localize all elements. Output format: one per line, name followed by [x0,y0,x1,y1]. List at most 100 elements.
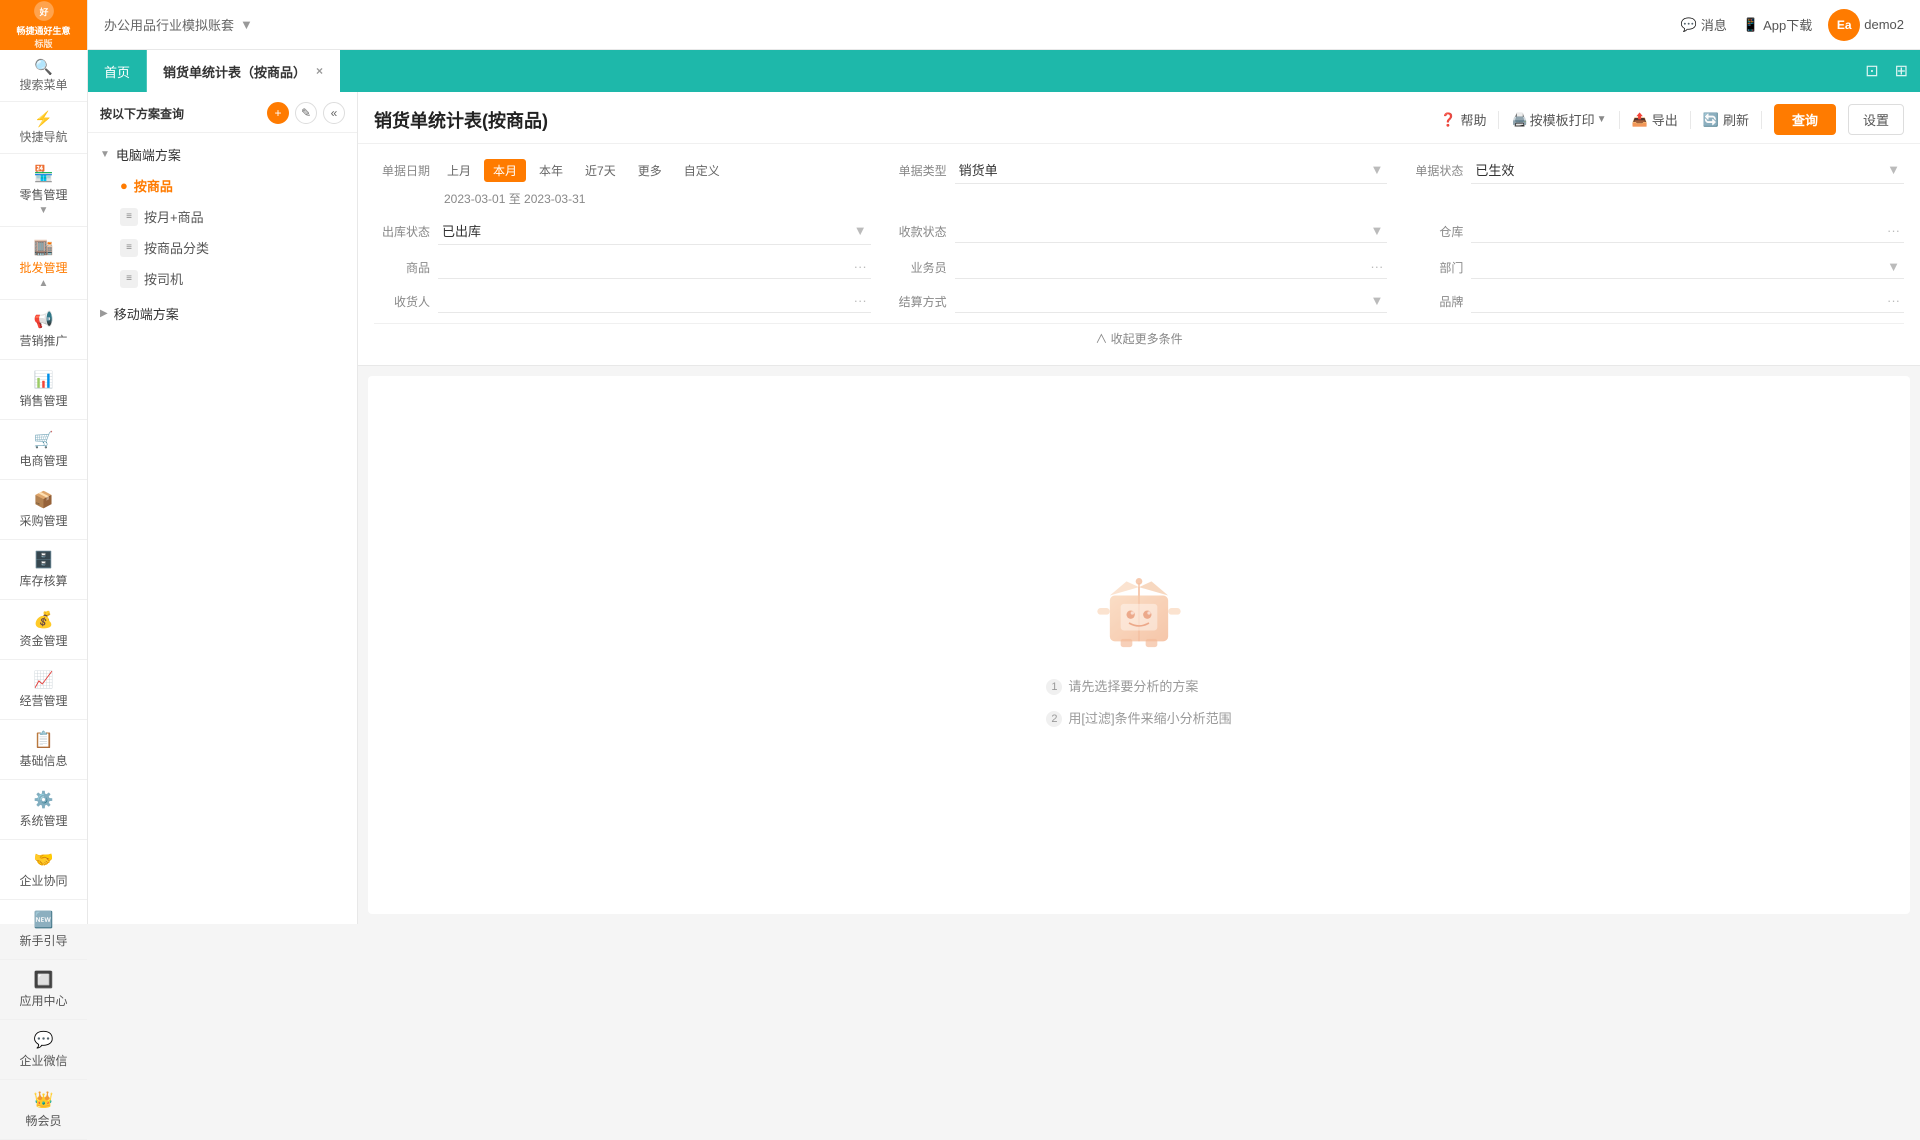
sidebar-item-guide[interactable]: 🆕 新手引导 [0,900,87,960]
mobile-scheme-group[interactable]: ▶ 移动端方案 [88,298,357,329]
ops-icon: 📈 [34,670,54,690]
collapse-filter-button[interactable]: ∧ 收起更多条件 [374,323,1904,353]
sidebar-quick-nav[interactable]: ⚡ 快捷导航 [0,102,87,154]
payment-status-input[interactable]: ▼ [955,219,1388,243]
settlement-input[interactable]: ▼ [955,289,1388,313]
custom-btn[interactable]: 自定义 [675,159,729,182]
collapse-icon: « [331,106,338,120]
this-month-btn[interactable]: 本月 [484,159,526,182]
scheme-by-month-goods-label: 按月+商品 [144,207,204,226]
goods-input[interactable]: ··· [438,255,871,279]
tab-sales-stats[interactable]: 销货单统计表（按商品） × [147,50,340,92]
purchase-label: 采购管理 [19,512,67,529]
message-button[interactable]: 💬 消息 [1681,15,1727,34]
warehouse-input[interactable]: ··· [1471,219,1904,243]
scheme-by-cashier[interactable]: ≡ 按司机 [88,263,357,294]
salesman-dots: ··· [1370,259,1383,274]
last7days-btn[interactable]: 近7天 [576,159,625,182]
export-button[interactable]: 📤 导出 [1632,110,1678,129]
help-icon: ❓ [1440,112,1456,128]
brand-filter: 品牌 ··· [1407,289,1904,313]
right-panel: 销货单统计表(按商品) ❓ 帮助 🖨️ 按模板打印 ▼ 📤 [358,92,1920,924]
sidebar-item-basic[interactable]: 📋 基础信息 [0,720,87,780]
settings-button[interactable]: 设置 [1848,104,1904,135]
pc-scheme-group[interactable]: ▼ 电脑端方案 [88,139,357,170]
sidebar-search[interactable]: 🔍 搜索菜单 [0,50,87,102]
scheme-by-goods[interactable]: ● 按商品 [88,170,357,201]
user-profile[interactable]: Ea demo2 [1828,9,1904,41]
filter-row-4: 收货人 ··· 结算方式 ▼ 品牌 [374,289,1904,313]
goods-label: 商品 [374,259,430,276]
user-name: demo2 [1864,17,1904,32]
more-btn[interactable]: 更多 [629,159,671,182]
help-button[interactable]: ❓ 帮助 [1440,110,1486,129]
message-label: 消息 [1701,15,1727,34]
ecommerce-icon: 🛒 [34,430,54,450]
doc-status-label: 单据状态 [1407,162,1463,179]
doc-type-input[interactable]: 销货单 ▼ [955,156,1388,184]
salesman-label: 业务员 [891,259,947,276]
collapse-panel-button[interactable]: « [323,102,345,124]
sidebar-item-marketing[interactable]: 📢 营销推广 [0,300,87,360]
receiver-label: 收货人 [374,293,430,310]
last-month-btn[interactable]: 上月 [438,159,480,182]
scheme-by-month-goods[interactable]: ≡ 按月+商品 [88,201,357,232]
app-download-button[interactable]: 📱 App下载 [1743,15,1812,34]
print-button[interactable]: 🖨️ 按模板打印 ▼ [1511,110,1606,129]
goods-filter: 商品 ··· [374,255,871,279]
filter-row-3: 商品 ··· 业务员 ··· 部门 [374,255,1904,279]
sidebar-item-ecommerce[interactable]: 🛒 电商管理 [0,420,87,480]
sidebar-item-finance[interactable]: 💰 资金管理 [0,600,87,660]
payment-status-filter: 收款状态 ▼ [891,217,1388,245]
retail-label: 零售管理 [19,186,67,203]
retail-icon: 🏪 [34,164,54,184]
edit-scheme-button[interactable]: ✎ [295,102,317,124]
refresh-icon: 🔄 [1703,112,1719,128]
sidebar-item-ops[interactable]: 📈 经营管理 [0,660,87,720]
dept-filter: 部门 ▼ [1407,255,1904,279]
sidebar-item-system[interactable]: ⚙️ 系统管理 [0,780,87,840]
scheme-icon-3: ≡ [120,270,138,288]
apps-label: 应用中心 [19,992,67,1009]
tab-maximize-button[interactable]: ⊞ [1891,57,1912,85]
refresh-button[interactable]: 🔄 刷新 [1703,110,1749,129]
app-logo: 好 畅捷通好生意 标版 [0,0,87,50]
dept-input[interactable]: ▼ [1471,255,1904,279]
left-panel: 按以下方案查询 + ✎ « ▼ 电脑端方案 [88,92,358,924]
receiver-input[interactable]: ··· [438,289,871,313]
scheme-by-category[interactable]: ≡ 按商品分类 [88,232,357,263]
enterprise-label: 企业协同 [19,872,67,889]
search-button[interactable]: 查询 [1774,104,1836,135]
sidebar-item-wechat[interactable]: 💬 企业微信 [0,1020,87,1080]
sidebar-item-apps[interactable]: 🔲 应用中心 [0,960,87,1020]
collapse-label: ∧ 收起更多条件 [1095,332,1182,346]
enterprise-icon: 🤝 [34,850,54,870]
print-icon: 🖨️ [1511,112,1527,128]
this-year-btn[interactable]: 本年 [530,159,572,182]
tab-close-icon[interactable]: × [316,64,323,78]
brand-input[interactable]: ··· [1471,289,1904,313]
sidebar-item-member[interactable]: 👑 畅会员 [0,1080,87,1140]
tab-home[interactable]: 首页 [88,50,147,92]
sidebar-item-sales[interactable]: 📊 销售管理 [0,360,87,420]
date-label: 单据日期 [374,162,430,179]
sidebar-item-wholesale[interactable]: 🏬 批发管理 ▲ [0,227,87,300]
sidebar-item-inventory[interactable]: 🗄️ 库存核算 [0,540,87,600]
sidebar-item-enterprise[interactable]: 🤝 企业协同 [0,840,87,900]
content-area: 按以下方案查询 + ✎ « ▼ 电脑端方案 [88,92,1920,924]
left-panel-header: 按以下方案查询 + ✎ « [88,92,357,133]
member-icon: 👑 [34,1090,54,1110]
export-icon: 📤 [1632,112,1648,128]
stock-status-input[interactable]: 已出库 ▼ [438,217,871,245]
add-scheme-button[interactable]: + [267,102,289,124]
breadcrumb-dropdown-icon[interactable]: ▼ [240,17,253,32]
main-area: 办公用品行业模拟账套 ▼ 💬 消息 📱 App下载 Ea demo2 首页 [88,0,1920,924]
page-header: 销货单统计表(按商品) ❓ 帮助 🖨️ 按模板打印 ▼ 📤 [358,92,1920,144]
sidebar-item-retail[interactable]: 🏪 零售管理 ▼ [0,154,87,227]
doc-status-input[interactable]: 已生效 ▼ [1471,156,1904,184]
sidebar-item-purchase[interactable]: 📦 采购管理 [0,480,87,540]
member-label: 畅会员 [25,1112,61,1129]
app-download-icon: 📱 [1743,17,1759,33]
tab-restore-button[interactable]: ⊡ [1861,57,1882,85]
salesman-input[interactable]: ··· [955,255,1388,279]
